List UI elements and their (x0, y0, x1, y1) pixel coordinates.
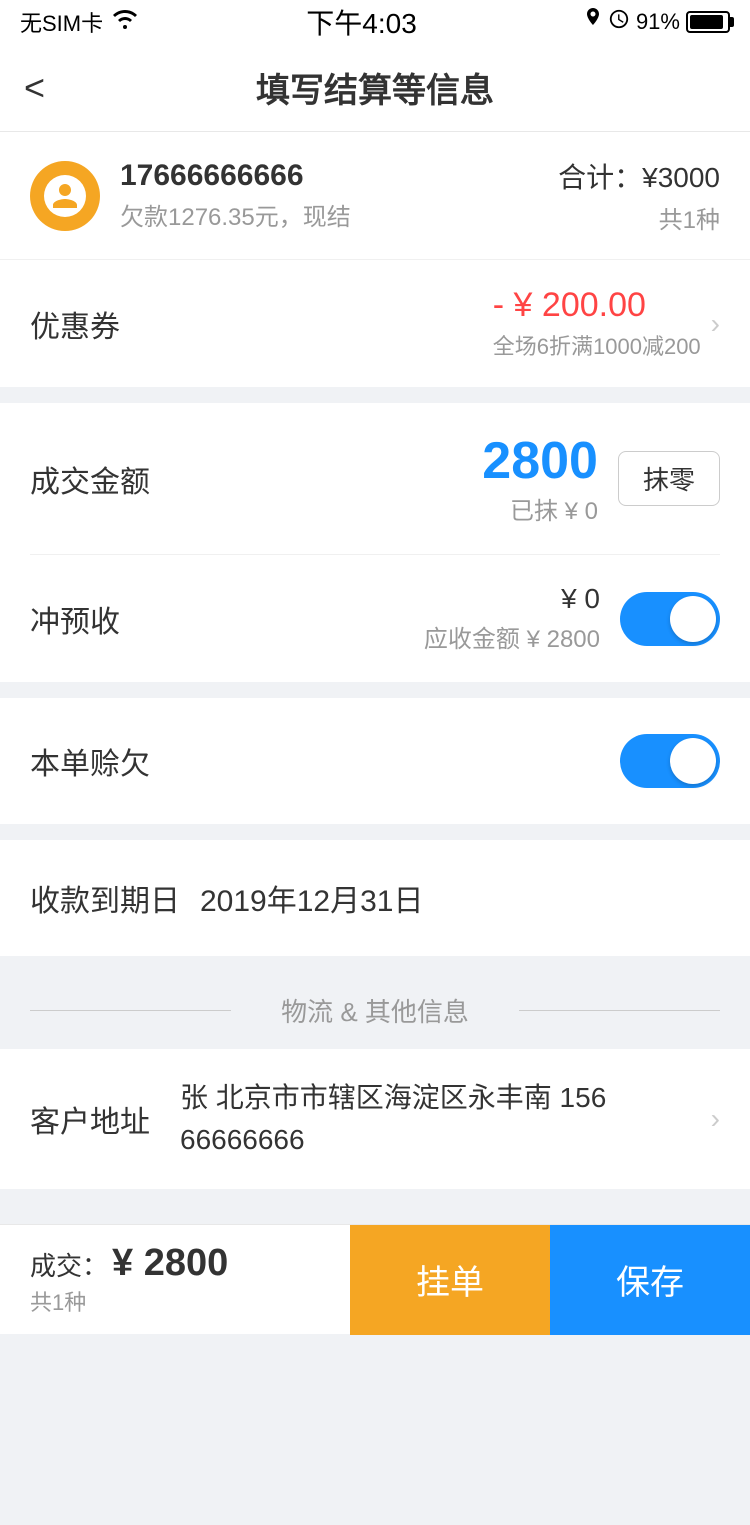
user-info-card: 17666666666 欠款1276.35元，现结 合计：¥3000 共1种 优… (0, 132, 750, 387)
bottom-deal-row: 成交： ¥ 2800 (30, 1242, 320, 1285)
bottom-deal-label: 成交： (30, 1246, 108, 1283)
avatar (30, 161, 100, 231)
bottom-info: 成交： ¥ 2800 共1种 (0, 1242, 350, 1317)
battery-icon (686, 11, 730, 33)
user-total: 合计：¥3000 共1种 (558, 156, 720, 235)
duedate-label: 收款到期日 (30, 876, 180, 920)
total-count: 共1种 (558, 200, 720, 235)
precharge-row: 冲预收 ¥ 0 应收金额 ¥ 2800 (30, 555, 720, 682)
bottom-bar: 成交： ¥ 2800 共1种 挂单 保存 (0, 1224, 750, 1334)
page-title: 填写结算等信息 (256, 63, 494, 112)
coupon-row[interactable]: 优惠券 - ¥ 200.00 全场6折满1000减200 › (0, 259, 750, 387)
duedate-value: 2019年12月31日 (200, 876, 423, 920)
user-debt: 欠款1276.35元，现结 (120, 197, 558, 232)
address-row[interactable]: 客户地址 张 北京市市辖区海淀区永丰南 156 66666666 › (30, 1049, 720, 1189)
amount-row: 成交金额 2800 已抹 ¥ 0 抹零 (30, 403, 720, 555)
debt-section: 本单赊欠 (0, 698, 750, 824)
chevron-right-icon: › (711, 308, 720, 340)
status-left: 无SIM卡 (20, 6, 139, 38)
coupon-label: 优惠券 (30, 302, 120, 346)
user-info: 17666666666 欠款1276.35元，现结 (120, 159, 558, 232)
precharge-value: ¥ 0 (424, 583, 600, 615)
address-label: 客户地址 (30, 1097, 150, 1141)
bottom-count: 共1种 (30, 1285, 320, 1317)
precharge-sub: 应收金额 ¥ 2800 (424, 619, 600, 654)
bottom-amount: ¥ 2800 (112, 1242, 228, 1285)
user-row: 17666666666 欠款1276.35元，现结 合计：¥3000 共1种 (0, 132, 750, 259)
alarm-icon (608, 8, 630, 36)
logistics-title: 物流 & 其他信息 (281, 992, 469, 1029)
address-chevron-icon: › (711, 1103, 720, 1135)
status-bar: 无SIM卡 下午4:03 91% (0, 0, 750, 44)
amount-label: 成交金额 (30, 457, 150, 501)
precharge-amount: ¥ 0 应收金额 ¥ 2800 (424, 583, 600, 654)
duedate-row: 收款到期日 2019年12月31日 (30, 840, 720, 956)
coupon-right: - ¥ 200.00 全场6折满1000减200 › (493, 286, 720, 361)
round-zero-button[interactable]: 抹零 (618, 451, 720, 506)
precharge-toggle[interactable] (620, 592, 720, 646)
amount-right: 2800 已抹 ¥ 0 抹零 (482, 431, 720, 526)
address-content: 张 北京市市辖区海淀区永丰南 156 66666666 (180, 1077, 711, 1161)
logistics-divider: 物流 & 其他信息 (0, 972, 750, 1049)
debt-label: 本单赊欠 (30, 739, 150, 783)
avatar-icon (44, 175, 86, 217)
hold-button[interactable]: 挂单 (350, 1225, 550, 1335)
battery-percent: 91% (636, 9, 680, 35)
debt-row: 本单赊欠 (30, 698, 720, 824)
amount-sub: 已抹 ¥ 0 (482, 491, 598, 526)
location-icon (584, 8, 602, 36)
user-phone: 17666666666 (120, 159, 558, 193)
amount-section: 成交金额 2800 已抹 ¥ 0 抹零 冲预收 ¥ 0 应收金额 ¥ 2800 (0, 403, 750, 682)
coupon-description: 全场6折满1000减200 (493, 329, 701, 361)
save-button[interactable]: 保存 (550, 1225, 750, 1335)
debt-toggle-knob (670, 738, 716, 784)
battery-fill (690, 15, 723, 29)
amount-value: 2800 (482, 431, 598, 491)
amount-display: 2800 已抹 ¥ 0 (482, 431, 598, 526)
coupon-discount: - ¥ 200.00 (493, 286, 701, 325)
back-button[interactable]: < (24, 67, 45, 109)
precharge-right: ¥ 0 应收金额 ¥ 2800 (424, 583, 720, 654)
nav-bar: < 填写结算等信息 (0, 44, 750, 132)
toggle-knob (670, 596, 716, 642)
carrier-text: 无SIM卡 (20, 6, 103, 38)
precharge-label: 冲预收 (30, 597, 120, 641)
address-section: 客户地址 张 北京市市辖区海淀区永丰南 156 66666666 › (0, 1049, 750, 1189)
duedate-section: 收款到期日 2019年12月31日 (0, 840, 750, 956)
coupon-info: - ¥ 200.00 全场6折满1000减200 (493, 286, 701, 361)
status-right: 91% (584, 8, 730, 36)
time-display: 下午4:03 (306, 2, 417, 42)
wifi-icon (111, 9, 139, 35)
debt-toggle[interactable] (620, 734, 720, 788)
total-amount: 合计：¥3000 (558, 156, 720, 196)
